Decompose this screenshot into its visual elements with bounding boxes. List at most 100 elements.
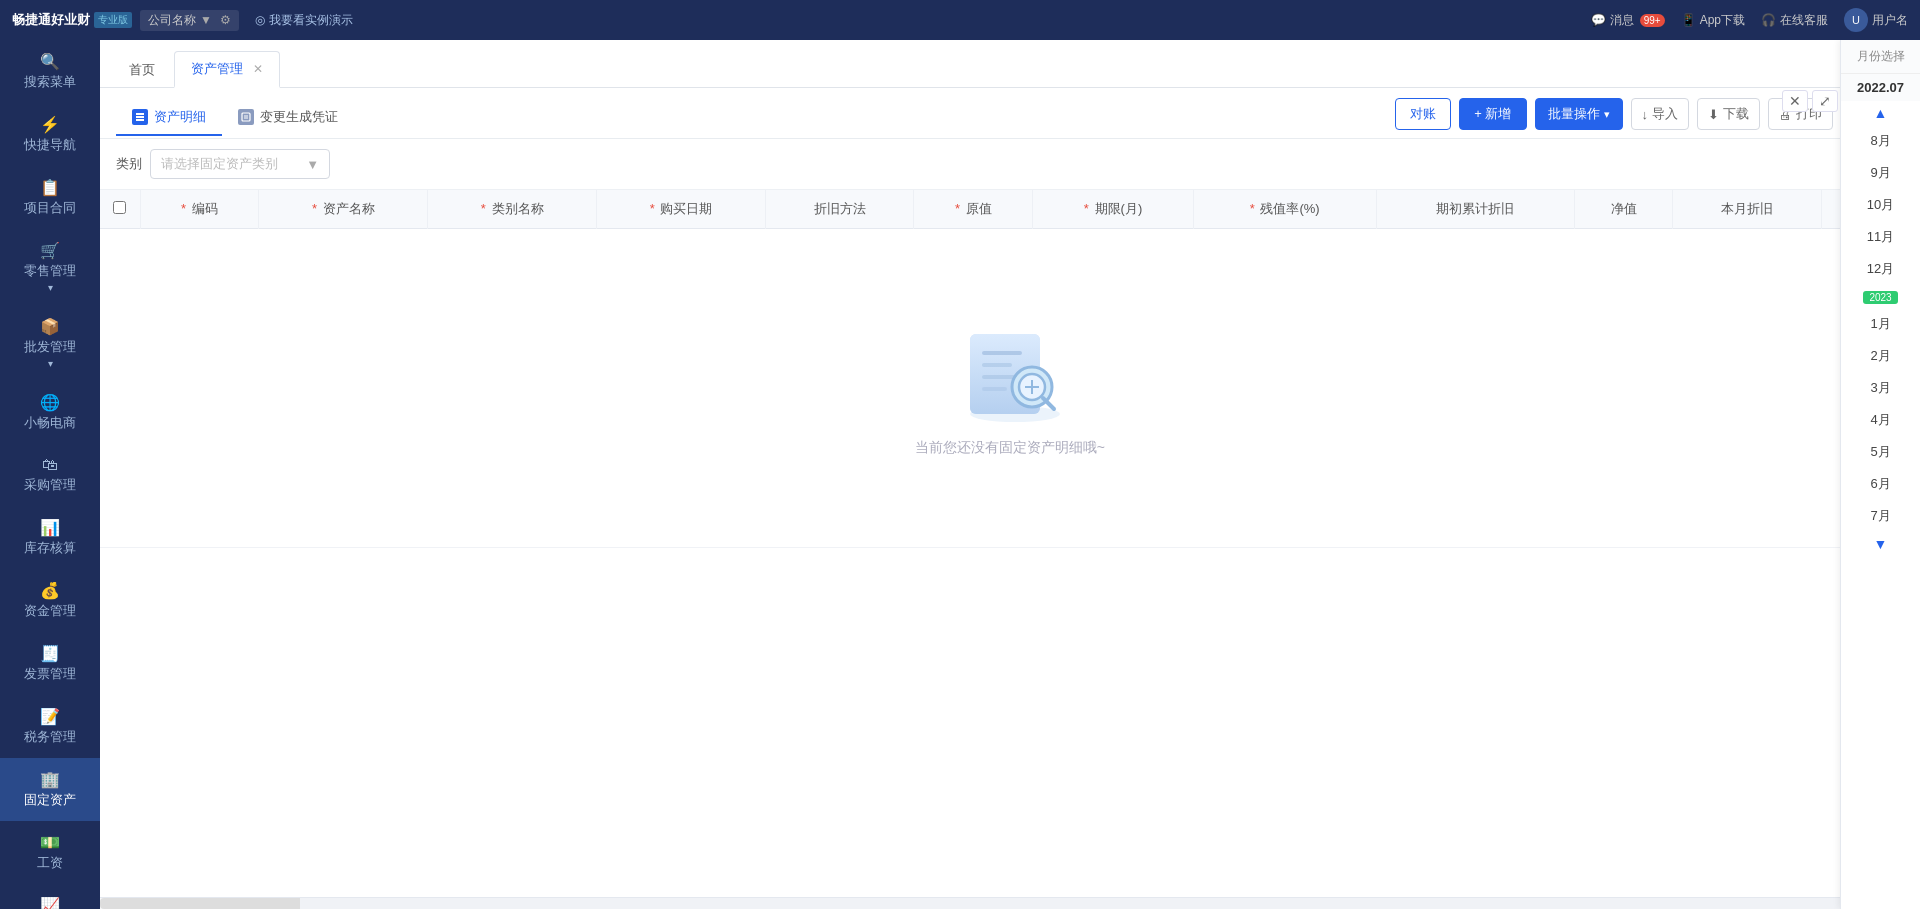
company-name: 公司名称 — [148, 12, 196, 29]
sidebar-label-retail: 零售管理 — [24, 262, 76, 280]
sub-tab-asset-detail[interactable]: 资产明细 — [116, 101, 222, 136]
import-icon: ↓ — [1642, 107, 1649, 122]
sidebar-item-search[interactable]: 🔍 搜索菜单 — [0, 40, 100, 103]
col-monthly-depreciation: 本月折旧 — [1673, 190, 1821, 229]
wholesale-icon: 📦 — [40, 317, 60, 336]
month-item-3[interactable]: 3月 — [1841, 372, 1920, 404]
category-filter[interactable]: 请选择固定资产类别 ▼ — [150, 149, 330, 179]
sub-tab-change-voucher[interactable]: 变更生成凭证 — [222, 101, 354, 136]
month-panel-current-year: 2022.07 — [1841, 74, 1920, 101]
tab-close-icon[interactable]: ✕ — [253, 62, 263, 76]
table-header: * 编码 * 资产名称 * 类别名称 — [100, 190, 1920, 229]
close-panel-button[interactable]: ✕ — [1782, 90, 1808, 112]
sidebar-item-salary[interactable]: 💵 工资 — [0, 821, 100, 884]
asset-table: * 编码 * 资产名称 * 类别名称 — [100, 190, 1920, 548]
message-button[interactable]: 💬 消息 99+ — [1591, 12, 1665, 29]
col-purchase-date: * 购买日期 — [597, 190, 766, 229]
download-label: 下载 — [1723, 105, 1749, 123]
month-item-5[interactable]: 5月 — [1841, 436, 1920, 468]
app-download-button[interactable]: 📱 App下载 — [1681, 12, 1745, 29]
online-service-button[interactable]: 🎧 在线客服 — [1761, 12, 1828, 29]
wholesale-arrow-icon: ▾ — [48, 358, 53, 369]
tab-home-label: 首页 — [129, 62, 155, 77]
month-panel-up-arrow[interactable]: ▲ — [1841, 101, 1920, 125]
sidebar-item-invoice[interactable]: 🧾 发票管理 — [0, 632, 100, 695]
col-name: * 资产名称 — [259, 190, 428, 229]
invoice-icon: 🧾 — [40, 644, 60, 663]
sidebar-label-tax: 税务管理 — [24, 728, 76, 746]
month-item-1[interactable]: 1月 — [1841, 308, 1920, 340]
sidebar-item-project[interactable]: 📋 项目合同 — [0, 166, 100, 229]
retail-icon: 🛒 — [40, 241, 60, 260]
message-icon: 💬 — [1591, 13, 1606, 27]
app-download-label: App下载 — [1700, 12, 1745, 29]
select-all-checkbox[interactable] — [113, 201, 126, 214]
table-body: 当前您还没有固定资产明细哦~ — [100, 229, 1920, 548]
month-item-9[interactable]: 9月 — [1841, 157, 1920, 189]
sidebar-item-purchase[interactable]: 🛍 采购管理 — [0, 444, 100, 506]
tab-home[interactable]: 首页 — [112, 52, 172, 87]
tab-asset-mgmt[interactable]: 资产管理 ✕ — [174, 51, 280, 88]
sidebar-item-retail[interactable]: 🛒 零售管理 ▾ — [0, 229, 100, 305]
sidebar-item-tax[interactable]: 📝 税务管理 — [0, 695, 100, 758]
sidebar-item-management[interactable]: 📈 经营管理 — [0, 884, 100, 909]
month-item-2[interactable]: 2月 — [1841, 340, 1920, 372]
batch-chevron-icon: ▾ — [1604, 108, 1610, 121]
panel-controls: ✕ ⤢ — [1782, 90, 1838, 112]
month-item-6[interactable]: 6月 — [1841, 468, 1920, 500]
finance-icon: 💰 — [40, 581, 60, 600]
sidebar-item-wholesale[interactable]: 📦 批发管理 ▾ — [0, 305, 100, 381]
sub-tab-asset-detail-label: 资产明细 — [154, 108, 206, 126]
svg-rect-10 — [982, 363, 1012, 367]
month-item-4[interactable]: 4月 — [1841, 404, 1920, 436]
sidebar-label-inventory: 库存核算 — [24, 539, 76, 557]
sidebar-item-inventory[interactable]: 📊 库存核算 — [0, 506, 100, 569]
reconcile-button[interactable]: 对账 — [1395, 98, 1451, 130]
sidebar-item-fixed-assets[interactable]: 🏢 固定资产 — [0, 758, 100, 821]
batch-operation-button[interactable]: 批量操作 ▾ — [1535, 98, 1623, 130]
expand-panel-button[interactable]: ⤢ — [1812, 90, 1838, 112]
sidebar-label-wholesale: 批发管理 — [24, 338, 76, 356]
filter-dropdown-icon: ▼ — [306, 157, 319, 172]
main-layout: 🔍 搜索菜单 ⚡ 快捷导航 📋 项目合同 🛒 零售管理 ▾ 📦 批发管理 ▾ 🌐… — [0, 40, 1920, 909]
month-item-11[interactable]: 11月 — [1841, 221, 1920, 253]
month-item-10[interactable]: 10月 — [1841, 189, 1920, 221]
add-button[interactable]: + 新增 — [1459, 98, 1526, 130]
top-bar-right: 💬 消息 99+ 📱 App下载 🎧 在线客服 U 用户名 — [1591, 8, 1908, 32]
month-panel-down-arrow[interactable]: ▼ — [1841, 532, 1920, 556]
import-label: 导入 — [1652, 105, 1678, 123]
company-selector[interactable]: 公司名称 ▼ ⚙ — [140, 10, 239, 31]
sidebar-label-invoice: 发票管理 — [24, 665, 76, 683]
app-icon: 📱 — [1681, 13, 1696, 27]
settings-icon[interactable]: ⚙ — [220, 13, 231, 27]
user-name: 用户名 — [1872, 12, 1908, 29]
top-bar: 畅捷通好业财 专业版 公司名称 ▼ ⚙ ◎ 我要看实例演示 💬 消息 99+ 📱… — [0, 0, 1920, 40]
sidebar-label-ecommerce: 小畅电商 — [24, 414, 76, 432]
empty-illustration — [950, 319, 1070, 419]
empty-row: 当前您还没有固定资产明细哦~ — [100, 229, 1920, 548]
demo-icon: ◎ — [255, 13, 265, 27]
retail-arrow-icon: ▾ — [48, 282, 53, 293]
sidebar-item-finance[interactable]: 💰 资金管理 — [0, 569, 100, 632]
col-checkbox — [100, 190, 140, 229]
empty-cell: 当前您还没有固定资产明细哦~ — [100, 229, 1920, 548]
month-item-7[interactable]: 7月 — [1841, 500, 1920, 532]
user-profile[interactable]: U 用户名 — [1844, 8, 1908, 32]
sidebar-item-ecommerce[interactable]: 🌐 小畅电商 — [0, 381, 100, 444]
download-button[interactable]: ⬇ 下载 — [1697, 98, 1760, 130]
col-category: * 类别名称 — [428, 190, 597, 229]
quicknav-icon: ⚡ — [40, 115, 60, 134]
sidebar-label-quick-nav: 快捷导航 — [24, 136, 76, 154]
tax-icon: 📝 — [40, 707, 60, 726]
inner-content: 资产明细 变更生成凭证 对账 + 新增 批量操作 ▾ — [100, 88, 1920, 909]
import-button[interactable]: ↓ 导入 — [1631, 98, 1690, 130]
month-item-8[interactable]: 8月 — [1841, 125, 1920, 157]
col-accumulated-depreciation: 期初累计折旧 — [1376, 190, 1574, 229]
bottom-scrollbar[interactable] — [100, 897, 1920, 909]
version-badge: 专业版 — [94, 12, 132, 28]
purchase-icon: 🛍 — [42, 456, 58, 474]
sidebar-item-quick-nav[interactable]: ⚡ 快捷导航 — [0, 103, 100, 166]
management-icon: 📈 — [40, 896, 60, 909]
demo-link[interactable]: ◎ 我要看实例演示 — [255, 12, 353, 29]
month-item-12[interactable]: 12月 — [1841, 253, 1920, 285]
